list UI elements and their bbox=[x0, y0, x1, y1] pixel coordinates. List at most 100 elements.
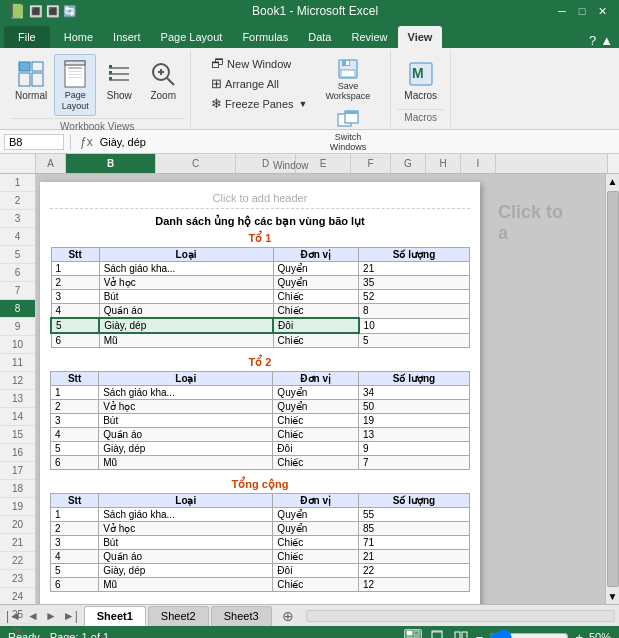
right-click-panel[interactable]: Click to a bbox=[488, 182, 588, 604]
new-window-button[interactable]: 🗗 New Window bbox=[207, 54, 311, 73]
row-number[interactable]: 10 bbox=[0, 336, 35, 354]
tab-view[interactable]: View bbox=[398, 26, 443, 48]
zoom-slider[interactable] bbox=[489, 632, 569, 638]
row-number[interactable]: 23 bbox=[0, 570, 35, 588]
row-number[interactable]: 1 bbox=[0, 174, 35, 192]
table-2: Stt Loại Đơn vị Số lượng 1Sách giáo kha.… bbox=[50, 371, 470, 470]
workbook-views-group: Normal PageLayout bbox=[4, 50, 191, 127]
row-number[interactable]: 14 bbox=[0, 408, 35, 426]
row-number[interactable]: 20 bbox=[0, 516, 35, 534]
cell: 8 bbox=[359, 304, 470, 319]
col-header-d[interactable]: D bbox=[236, 154, 296, 173]
row-number[interactable]: 3 bbox=[0, 210, 35, 228]
col-header-b[interactable]: B bbox=[66, 154, 156, 173]
row-number[interactable]: 9 bbox=[0, 318, 35, 336]
horizontal-scrollbar[interactable] bbox=[306, 610, 615, 622]
row-number[interactable]: 11 bbox=[0, 354, 35, 372]
table-row: 3BútChiếc19 bbox=[51, 414, 470, 428]
row-number[interactable]: 7 bbox=[0, 282, 35, 300]
row-number[interactable]: 4 bbox=[0, 228, 35, 246]
table-section-total: Tổng cộng Stt Loại Đơn vị Số lượng 1Sách… bbox=[50, 478, 470, 592]
cell: Quyển bbox=[273, 508, 359, 522]
tab-page-layout[interactable]: Page Layout bbox=[151, 26, 233, 48]
page-layout-status-button[interactable] bbox=[428, 629, 446, 638]
normal-view-status-button[interactable] bbox=[404, 629, 422, 638]
normal-view-button[interactable]: Normal bbox=[10, 54, 52, 106]
page-break-status-button[interactable] bbox=[452, 629, 470, 638]
cell: 1 bbox=[51, 508, 99, 522]
macros-button[interactable]: M Macros bbox=[399, 54, 442, 106]
page-header[interactable]: Click to add header bbox=[50, 192, 470, 209]
row-number[interactable]: 18 bbox=[0, 480, 35, 498]
col-header-e[interactable]: E bbox=[296, 154, 351, 173]
tab-next-button[interactable]: ► bbox=[43, 609, 59, 623]
col-header-g[interactable]: G bbox=[391, 154, 426, 173]
collapse-icon[interactable]: ▲ bbox=[600, 33, 613, 48]
cell: Chiếc bbox=[273, 414, 359, 428]
row-number[interactable]: 24 bbox=[0, 588, 35, 606]
cell-reference-input[interactable] bbox=[4, 134, 64, 150]
minimize-button[interactable]: ─ bbox=[553, 3, 571, 19]
row-number[interactable]: 6 bbox=[0, 264, 35, 282]
row-number[interactable]: 13 bbox=[0, 390, 35, 408]
scroll-up-button[interactable]: ▲ bbox=[606, 174, 619, 189]
row-number[interactable]: 16 bbox=[0, 444, 35, 462]
svg-rect-37 bbox=[462, 632, 467, 638]
row-number[interactable]: 17 bbox=[0, 462, 35, 480]
tab-insert[interactable]: Insert bbox=[103, 26, 151, 48]
sheet-tab-sheet1[interactable]: Sheet1 bbox=[84, 606, 146, 626]
close-button[interactable]: ✕ bbox=[593, 3, 611, 19]
switch-windows-button[interactable]: SwitchWindows bbox=[322, 105, 375, 155]
zoom-button[interactable]: Zoom bbox=[142, 54, 184, 106]
svg-rect-0 bbox=[19, 62, 30, 71]
scroll-thumb[interactable] bbox=[607, 191, 619, 587]
row-number[interactable]: 5 bbox=[0, 246, 35, 264]
svg-rect-5 bbox=[65, 61, 85, 65]
switch-windows-icon bbox=[336, 108, 360, 132]
page-layout-icon bbox=[59, 58, 91, 90]
tab-review[interactable]: Review bbox=[341, 26, 397, 48]
page-view[interactable]: Click to add header Danh sách ủng hộ các… bbox=[36, 174, 605, 604]
tab-file[interactable]: File bbox=[4, 26, 50, 48]
tab-prev-button[interactable]: ◄ bbox=[25, 609, 41, 623]
page-layout-button[interactable]: PageLayout bbox=[54, 54, 96, 116]
sheet-tab-sheet2[interactable]: Sheet2 bbox=[148, 606, 209, 626]
row-number[interactable]: 22 bbox=[0, 552, 35, 570]
freeze-panes-button[interactable]: ❄ Freeze Panes ▼ bbox=[207, 94, 311, 113]
svg-rect-27 bbox=[345, 111, 358, 114]
sheet-tab-sheet3[interactable]: Sheet3 bbox=[211, 606, 272, 626]
col-header-i[interactable]: I bbox=[461, 154, 496, 173]
zoom-plus-button[interactable]: + bbox=[575, 630, 583, 639]
col-header-a[interactable]: A bbox=[36, 154, 66, 173]
row-number[interactable]: 21 bbox=[0, 534, 35, 552]
zoom-minus-button[interactable]: − bbox=[476, 630, 484, 639]
col-header-c[interactable]: C bbox=[156, 154, 236, 173]
tab-first-button[interactable]: |◄ bbox=[4, 609, 23, 623]
row-number[interactable]: 8 bbox=[0, 300, 35, 318]
save-workspace-button[interactable]: SaveWorkspace bbox=[322, 54, 375, 104]
row-number[interactable]: 12 bbox=[0, 372, 35, 390]
maximize-button[interactable]: □ bbox=[573, 3, 591, 19]
cell: Sách giáo kha... bbox=[99, 386, 273, 400]
show-button[interactable]: Show bbox=[98, 54, 140, 106]
scroll-down-button[interactable]: ▼ bbox=[606, 589, 619, 604]
col-header-h[interactable]: H bbox=[426, 154, 461, 173]
row-number[interactable]: 19 bbox=[0, 498, 35, 516]
add-sheet-button[interactable]: ⊕ bbox=[274, 606, 302, 626]
svg-rect-24 bbox=[346, 61, 349, 65]
col-header-f[interactable]: F bbox=[351, 154, 391, 173]
tab-last-button[interactable]: ►| bbox=[61, 609, 80, 623]
cell: 3 bbox=[51, 290, 99, 304]
th-stt-1: Stt bbox=[51, 248, 99, 262]
arrange-all-button[interactable]: ⊞ Arrange All bbox=[207, 74, 311, 93]
row-number[interactable]: 2 bbox=[0, 192, 35, 210]
function-icon[interactable]: ƒx bbox=[77, 135, 96, 149]
tab-home[interactable]: Home bbox=[54, 26, 103, 48]
svg-rect-35 bbox=[432, 631, 442, 633]
tab-formulas[interactable]: Formulas bbox=[232, 26, 298, 48]
tab-data[interactable]: Data bbox=[298, 26, 341, 48]
formula-input[interactable] bbox=[100, 136, 615, 148]
vertical-scrollbar[interactable]: ▲ ▼ bbox=[605, 174, 619, 604]
row-number[interactable]: 15 bbox=[0, 426, 35, 444]
zoom-level[interactable]: 50% bbox=[589, 631, 611, 638]
